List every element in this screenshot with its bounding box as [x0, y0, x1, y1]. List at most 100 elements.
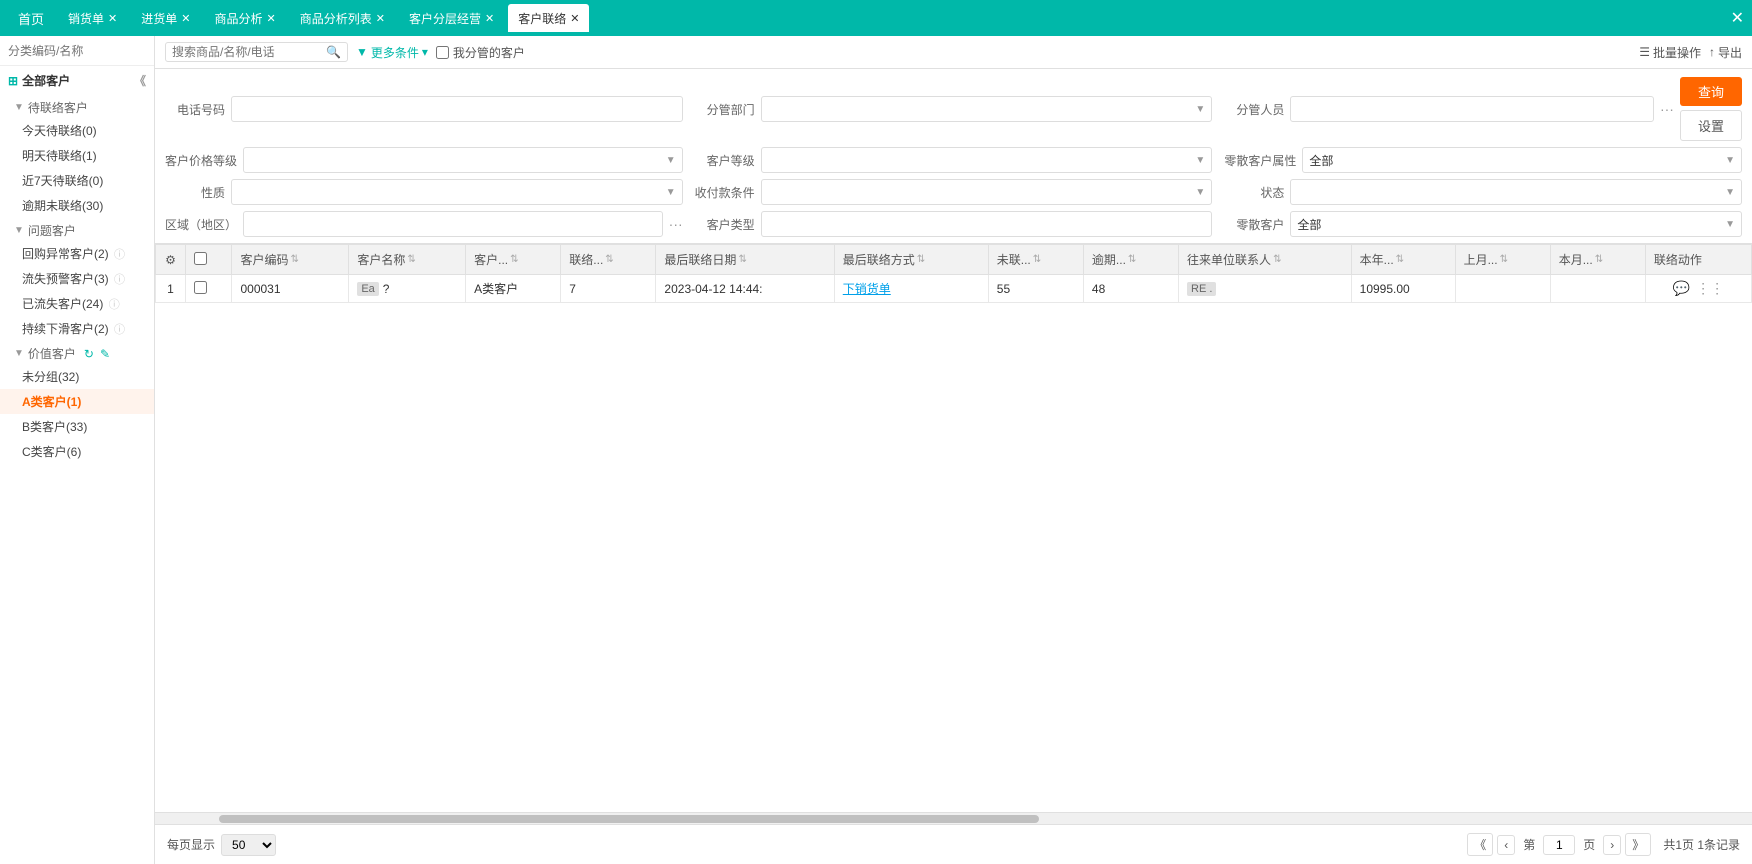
filter-retail-prop-select[interactable]: 全部 ▼ — [1302, 147, 1742, 173]
chevron-down-icon: ▼ — [1195, 104, 1205, 115]
chevron-status-icon: ▼ — [1725, 187, 1735, 198]
batch-btn[interactable]: ☰ 批量操作 — [1639, 44, 1701, 61]
nav-close-sales[interactable]: ✕ — [108, 12, 117, 25]
nav-home[interactable]: 首页 — [8, 4, 54, 32]
sidebar-item-b-class[interactable]: B类客户(33) — [0, 414, 154, 439]
sidebar-item-today-pending[interactable]: 今天待联络(0) — [0, 118, 154, 143]
th-this-month[interactable]: 本月...⇅ — [1550, 245, 1645, 275]
contact-method-link[interactable]: 下销货单 — [843, 282, 891, 296]
page-size-label: 每页显示 — [167, 836, 215, 853]
sidebar-item-ungroup[interactable]: 未分组(32) — [0, 364, 154, 389]
td-last-contact-method[interactable]: 下销货单 — [834, 275, 988, 303]
sidebar-item-c-class[interactable]: C类客户(6) — [0, 439, 154, 464]
search-icon[interactable]: 🔍 — [326, 45, 341, 59]
pagination-left: 每页显示 50 100 200 — [167, 834, 276, 856]
nav-customer-layer[interactable]: 客户分层经营 ✕ — [399, 4, 504, 32]
sidebar-item-tomorrow-pending[interactable]: 明天待联络(1) — [0, 143, 154, 168]
nav-close-customer-contact[interactable]: ✕ — [570, 12, 579, 25]
nav-close-customer-layer[interactable]: ✕ — [485, 12, 494, 25]
filter-person-dots[interactable]: ··· — [1660, 101, 1674, 117]
sidebar-item-overdue-pending[interactable]: 逾期未联络(30) — [0, 193, 154, 218]
th-unit-contacts[interactable]: 往来单位联系人⇅ — [1179, 245, 1352, 275]
sidebar-item-declining[interactable]: 持续下滑客户(2) ⓘ — [0, 316, 154, 341]
edit-icon[interactable]: ✎ — [100, 347, 110, 361]
td-checkbox[interactable] — [186, 275, 232, 303]
sort-icon-unit: ⇅ — [1273, 254, 1281, 265]
total-label: 共1页 1条记录 — [1663, 836, 1740, 853]
filter-person-input[interactable] — [1290, 96, 1654, 122]
nav-close-goods-analysis-list[interactable]: ✕ — [376, 12, 385, 25]
sidebar-item-7days-pending[interactable]: 近7天待联络(0) — [0, 168, 154, 193]
setting-button[interactable]: 设置 — [1680, 110, 1742, 141]
filter-nature-select[interactable]: ▼ — [231, 179, 683, 205]
search-box: 🔍 — [165, 42, 348, 62]
sidebar-item-rebuy-abnormal[interactable]: 回购异常客户(2) ⓘ — [0, 241, 154, 266]
nav-purchase[interactable]: 进货单 ✕ — [131, 4, 200, 32]
more-icon[interactable]: ⋮⋮ — [1696, 280, 1724, 297]
first-page-button[interactable]: 《 — [1467, 833, 1493, 856]
table-area: ⚙ 客户编码⇅ 客户名称⇅ 客户...⇅ 联络...⇅ 最后联络日期⇅ 最后联络… — [155, 244, 1752, 812]
scrollbar-thumb[interactable] — [219, 815, 1039, 823]
th-contact-count[interactable]: 联络...⇅ — [561, 245, 656, 275]
pagination-right: 《 ‹ 第 页 › 》 共1页 1条记录 — [1467, 833, 1740, 856]
sidebar-group-value[interactable]: ▼ 价值客户 ↻ ✎ — [0, 341, 154, 364]
my-customers-checkbox-label[interactable]: 我分管的客户 — [436, 44, 525, 61]
th-customer-type[interactable]: 客户...⇅ — [466, 245, 561, 275]
chevron-retail-icon: ▼ — [1725, 155, 1735, 166]
th-last-contact-date[interactable]: 最后联络日期⇅ — [656, 245, 834, 275]
nav-goods-analysis[interactable]: 商品分析 ✕ — [204, 4, 285, 32]
th-gear[interactable]: ⚙ — [156, 245, 186, 275]
refresh-icon[interactable]: ↻ — [84, 347, 94, 361]
query-button[interactable]: 查询 — [1680, 77, 1742, 106]
page-size-select[interactable]: 50 100 200 — [221, 834, 276, 856]
export-btn[interactable]: ↑ 导出 — [1709, 44, 1742, 61]
nav-goods-analysis-list[interactable]: 商品分析列表 ✕ — [290, 4, 395, 32]
nav-close-purchase[interactable]: ✕ — [181, 12, 190, 25]
filter-retail-customer-select[interactable]: 全部 ▼ — [1290, 211, 1742, 237]
nav-customer-contact[interactable]: 客户联络 ✕ — [508, 4, 589, 32]
th-checkbox[interactable] — [186, 245, 232, 275]
filter-dept-select[interactable]: ▼ — [761, 96, 1213, 122]
next-page-button[interactable]: › — [1603, 835, 1621, 855]
page-number-input[interactable] — [1543, 835, 1575, 855]
last-page-button[interactable]: 》 — [1625, 833, 1651, 856]
th-last-contact-method[interactable]: 最后联络方式⇅ — [834, 245, 988, 275]
th-customer-name[interactable]: 客户名称⇅ — [349, 245, 466, 275]
td-no-contact-days: 55 — [988, 275, 1083, 303]
th-last-month[interactable]: 上月...⇅ — [1455, 245, 1550, 275]
sidebar-item-churned[interactable]: 已流失客户(24) ⓘ — [0, 291, 154, 316]
td-last-month — [1455, 275, 1550, 303]
row-checkbox[interactable] — [194, 281, 207, 294]
filter-button[interactable]: ▼ 更多条件 ▾ — [356, 44, 428, 61]
filter-payment-select[interactable]: ▼ — [761, 179, 1213, 205]
filter-row-customer-type: 客户类型 — [695, 211, 1213, 237]
filter-price-grade-select[interactable]: ▼ — [243, 147, 683, 173]
sidebar-group-problem[interactable]: ▼ 问题客户 — [0, 218, 154, 241]
sidebar-search-input[interactable] — [8, 44, 155, 58]
filter-region-input[interactable] — [243, 211, 663, 237]
horizontal-scrollbar[interactable] — [155, 812, 1752, 824]
prev-page-button[interactable]: ‹ — [1497, 835, 1515, 855]
sidebar-item-churn-warning[interactable]: 流失预警客户(3) ⓘ — [0, 266, 154, 291]
app-close-button[interactable]: ✕ — [1731, 8, 1744, 28]
th-this-year[interactable]: 本年...⇅ — [1351, 245, 1455, 275]
my-customers-checkbox[interactable] — [436, 46, 449, 59]
sidebar-item-a-class[interactable]: A类客户(1) — [0, 389, 154, 414]
filter-region-dots[interactable]: ··· — [669, 216, 683, 232]
th-overdue-days[interactable]: 逾期...⇅ — [1083, 245, 1178, 275]
filter-customer-grade-select[interactable]: ▼ — [761, 147, 1213, 173]
chat-icon[interactable]: 💬 — [1673, 280, 1690, 297]
filter-phone-input[interactable] — [231, 96, 683, 122]
sidebar-all-customers[interactable]: ⊞ 全部客户 《 — [0, 66, 154, 95]
th-customer-code[interactable]: 客户编码⇅ — [232, 245, 349, 275]
sidebar-collapse-icon[interactable]: 《 — [134, 72, 146, 89]
filter-customer-type-input[interactable] — [761, 211, 1213, 237]
sidebar-group-pending[interactable]: ▼ 待联络客户 — [0, 95, 154, 118]
nav-close-goods-analysis[interactable]: ✕ — [267, 12, 276, 25]
nav-sales[interactable]: 销货单 ✕ — [58, 4, 127, 32]
th-no-contact-days[interactable]: 未联...⇅ — [988, 245, 1083, 275]
select-all-checkbox[interactable] — [194, 252, 207, 265]
search-input[interactable] — [172, 45, 322, 59]
filter-status-select[interactable]: ▼ — [1290, 179, 1742, 205]
chevron-retail-customer-icon: ▼ — [1725, 219, 1735, 230]
